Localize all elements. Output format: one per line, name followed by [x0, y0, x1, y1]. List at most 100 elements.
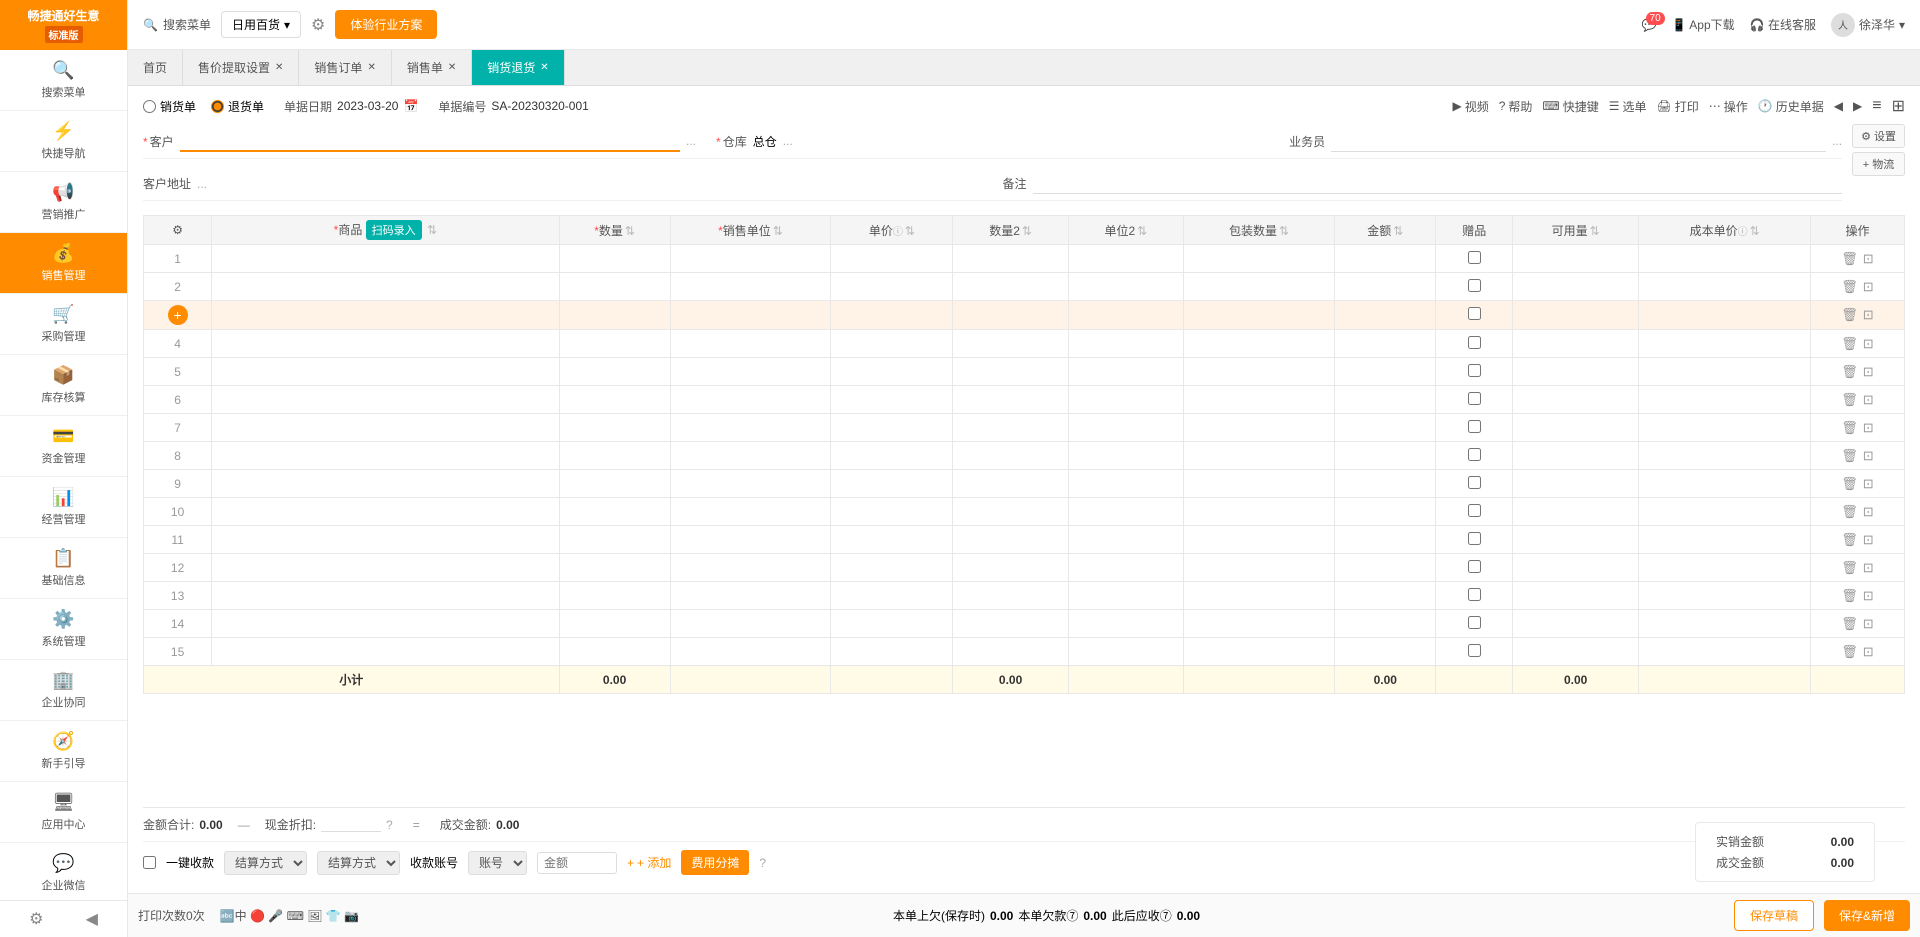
close-tab-sales-return[interactable]: ✕ — [540, 62, 548, 73]
message-btn[interactable]: 💬 70 — [1642, 18, 1657, 32]
close-tab-sales[interactable]: ✕ — [448, 62, 456, 73]
qty-sort-icon[interactable]: ⇅ — [625, 224, 635, 238]
delete-icon[interactable]: 🗑 — [1841, 420, 1858, 436]
account-select[interactable]: 账号 ... — [468, 851, 527, 875]
gift-checkbox[interactable] — [1468, 251, 1481, 264]
customer-input[interactable] — [180, 130, 680, 152]
cost-sort-icon[interactable]: ⇅ — [1750, 224, 1760, 238]
payment-amount-input[interactable] — [537, 852, 617, 874]
tab-sales[interactable]: 销售单 ✕ — [392, 50, 472, 85]
gift-checkbox[interactable] — [1468, 616, 1481, 629]
logistics-btn[interactable]: + 物流 — [1852, 152, 1905, 176]
scan-btn[interactable]: 扫码录入 — [366, 220, 422, 240]
sidebar-item-marketing[interactable]: 📢 营销推广 — [0, 172, 127, 233]
nav-prev-btn[interactable]: ◀ — [1834, 99, 1843, 113]
settle-method-select[interactable]: 结算方式 — [317, 851, 400, 875]
copy-icon[interactable]: ⊡ — [1863, 279, 1874, 295]
settings-btn[interactable]: ⚙ 设置 — [1852, 124, 1905, 148]
cost-info-icon[interactable]: ⓘ — [1738, 227, 1748, 238]
sidebar-item-basic[interactable]: 📋 基础信息 — [0, 538, 127, 599]
tab-price-setting[interactable]: 售价提取设置 ✕ — [183, 50, 299, 85]
warehouse-dots[interactable]: ... — [783, 134, 793, 148]
copy-icon[interactable]: ⊡ — [1863, 307, 1874, 323]
delete-icon[interactable]: 🗑 — [1841, 448, 1858, 464]
copy-icon[interactable]: ⊡ — [1863, 364, 1874, 380]
discount-help-icon[interactable]: ? — [386, 818, 393, 832]
gift-checkbox[interactable] — [1468, 448, 1481, 461]
copy-icon[interactable]: ⊡ — [1863, 560, 1874, 576]
delete-icon[interactable]: 🗑 — [1841, 476, 1858, 492]
gift-checkbox[interactable] — [1468, 476, 1481, 489]
col-settings[interactable]: ⚙ — [144, 216, 212, 245]
calendar-icon[interactable]: 📅 — [403, 99, 418, 113]
product-sort-icon[interactable]: ⇅ — [427, 223, 437, 237]
gift-checkbox[interactable] — [1468, 307, 1481, 320]
select-btn[interactable]: ☰ 选单 — [1609, 98, 1647, 115]
calc-method-select[interactable]: 结算方式 — [224, 851, 307, 875]
sidebar-item-inventory[interactable]: 📦 库存核算 — [0, 355, 127, 416]
help-btn[interactable]: ? 帮助 — [1499, 98, 1533, 115]
close-tab-price-setting[interactable]: ✕ — [275, 62, 283, 73]
nav-next-btn[interactable]: ▶ — [1853, 99, 1862, 113]
address-dots[interactable]: ... — [197, 177, 207, 191]
delete-icon[interactable]: 🗑 — [1841, 532, 1858, 548]
amount-sort-icon[interactable]: ⇅ — [1393, 224, 1403, 238]
gift-checkbox[interactable] — [1468, 279, 1481, 292]
delete-icon[interactable]: 🗑 — [1841, 364, 1858, 380]
save-new-btn[interactable]: 保存&新增 — [1824, 900, 1910, 931]
table-settings-icon[interactable]: ⚙ — [172, 223, 183, 237]
gift-checkbox[interactable] — [1468, 532, 1481, 545]
sidebar-item-enterprise[interactable]: 🏢 企业协同 — [0, 660, 127, 721]
delete-icon[interactable]: 🗑 — [1841, 307, 1858, 323]
copy-icon[interactable]: ⊡ — [1863, 588, 1874, 604]
copy-icon[interactable]: ⊡ — [1863, 476, 1874, 492]
gift-checkbox[interactable] — [1468, 644, 1481, 657]
video-btn[interactable]: ▶ 视频 — [1452, 98, 1488, 115]
radio-return-doc[interactable]: 退货单 — [211, 98, 264, 115]
payment-help-icon[interactable]: ? — [759, 856, 766, 870]
sidebar-item-finance[interactable]: 💳 资金管理 — [0, 416, 127, 477]
delete-icon[interactable]: 🗑 — [1841, 504, 1858, 520]
delete-icon[interactable]: 🗑 — [1841, 616, 1858, 632]
sidebar-item-operation[interactable]: 📊 经营管理 — [0, 477, 127, 538]
topbar-settings-icon[interactable]: ⚙ — [311, 15, 325, 35]
copy-icon[interactable]: ⊡ — [1863, 448, 1874, 464]
delete-icon[interactable]: 🗑 — [1841, 644, 1858, 660]
sidebar-item-guide[interactable]: 🧭 新手引导 — [0, 721, 127, 782]
delete-icon[interactable]: 🗑 — [1841, 336, 1858, 352]
save-draft-btn[interactable]: 保存草稿 — [1734, 900, 1814, 931]
salesperson-input[interactable] — [1331, 131, 1826, 152]
available-sort-icon[interactable]: ⇅ — [1590, 224, 1600, 238]
history-btn[interactable]: 🕐 历史单据 — [1758, 98, 1824, 115]
sidebar-item-sales[interactable]: 💰 销售管理 — [0, 233, 127, 294]
discount-input[interactable] — [321, 817, 381, 832]
unit-sort-icon[interactable]: ⇅ — [773, 224, 783, 238]
gift-checkbox[interactable] — [1468, 588, 1481, 601]
view-grid-btn[interactable]: ⊞ — [1892, 96, 1905, 116]
copy-icon[interactable]: ⊡ — [1863, 420, 1874, 436]
sidebar-settings-icon[interactable]: ⚙ — [29, 909, 43, 929]
sidebar-item-apps[interactable]: 🖥 应用中心 — [0, 782, 127, 843]
product-input[interactable] — [218, 308, 552, 322]
copy-icon[interactable]: ⊡ — [1863, 644, 1874, 660]
price-sort-icon[interactable]: ⇅ — [905, 224, 915, 238]
delete-icon[interactable]: 🗑 — [1841, 560, 1858, 576]
copy-icon[interactable]: ⊡ — [1863, 504, 1874, 520]
search-menu-btn[interactable]: 🔍 搜索菜单 — [143, 16, 211, 33]
unit2-sort-icon[interactable]: ⇅ — [1137, 224, 1147, 238]
delete-icon[interactable]: 🗑 — [1841, 279, 1858, 295]
gift-checkbox[interactable] — [1468, 336, 1481, 349]
customer-dots[interactable]: ... — [686, 134, 696, 148]
user-avatar[interactable]: 人 徐泽华 ▾ — [1831, 13, 1905, 37]
gift-checkbox[interactable] — [1468, 392, 1481, 405]
sidebar-item-search[interactable]: 🔍 搜索菜单 — [0, 50, 127, 111]
gift-checkbox[interactable] — [1468, 560, 1481, 573]
sidebar-item-purchase[interactable]: 🛒 采购管理 — [0, 294, 127, 355]
delete-icon[interactable]: 🗑 — [1841, 392, 1858, 408]
sidebar-item-shortcut[interactable]: ⚡ 快捷导航 — [0, 111, 127, 172]
page-select[interactable]: 日用百货 ▾ — [221, 11, 301, 38]
sidebar-item-weixin[interactable]: 💬 企业微信 — [0, 843, 127, 900]
online-service-btn[interactable]: 🎧 在线客服 — [1750, 16, 1816, 33]
close-tab-sales-order[interactable]: ✕ — [367, 62, 375, 73]
copy-icon[interactable]: ⊡ — [1863, 251, 1874, 267]
